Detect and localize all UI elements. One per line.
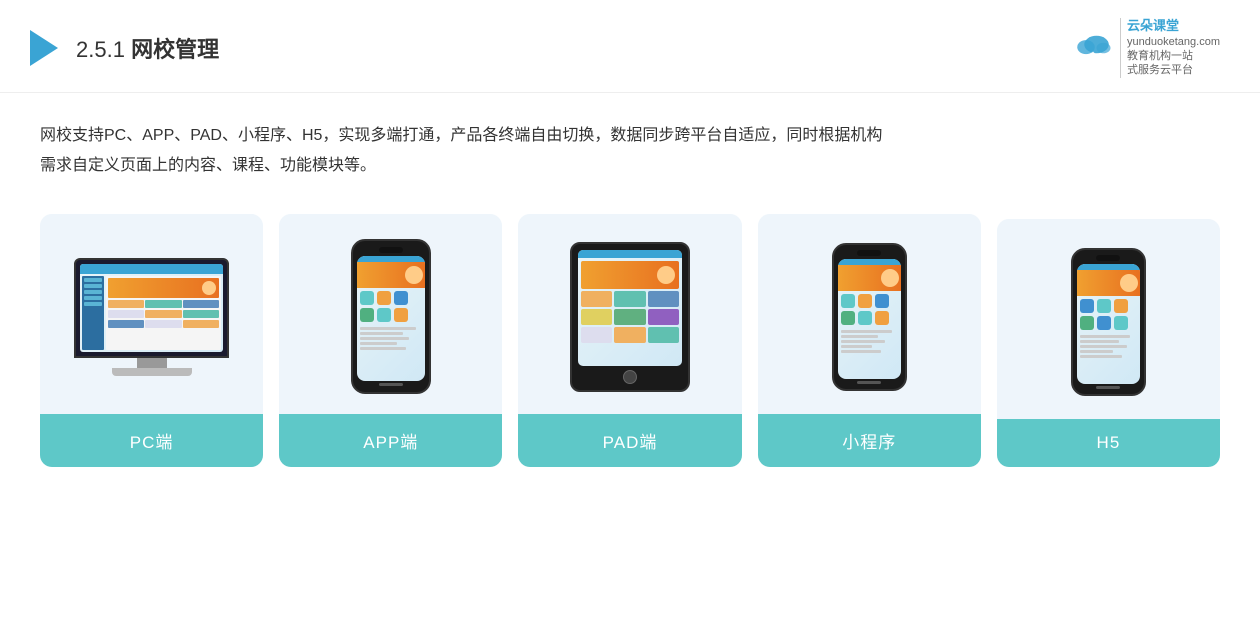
logo-triangle-icon bbox=[30, 30, 58, 66]
app-card-image-area bbox=[279, 214, 502, 414]
device-cards-row: PC端 bbox=[40, 214, 1220, 467]
page-title: 2.5.1 网校管理 bbox=[76, 32, 219, 64]
miniprogram-phone-outer bbox=[832, 243, 907, 391]
h5-home-bar bbox=[1096, 386, 1120, 389]
pc-screen-outer bbox=[74, 258, 229, 358]
brand-tagline: 教育机构一站式服务云平台 bbox=[1127, 49, 1220, 78]
miniprogram-phone-mockup bbox=[832, 243, 907, 391]
header-right: 云朵课堂 yunduoketang.com 教育机构一站式服务云平台 bbox=[1072, 18, 1220, 78]
h5-screen bbox=[1077, 264, 1140, 384]
description-line2: 需求自定义页面上的内容、课程、功能模块等。 bbox=[40, 157, 376, 174]
h5-card: H5 bbox=[997, 219, 1220, 467]
page-wrapper: 2.5.1 网校管理 云朵课堂 yunduoketang.com bbox=[0, 0, 1260, 630]
miniprogram-screen bbox=[838, 259, 901, 379]
pc-body-area bbox=[80, 274, 223, 352]
app-card-label: APP端 bbox=[279, 414, 502, 467]
pc-screen-inner bbox=[80, 264, 223, 352]
miniprogram-home-bar bbox=[857, 381, 881, 384]
miniprogram-card-image-area bbox=[758, 214, 981, 414]
header: 2.5.1 网校管理 云朵课堂 yunduoketang.com bbox=[0, 0, 1260, 93]
brand-icon-svg bbox=[1072, 32, 1114, 64]
h5-phone-mockup bbox=[1071, 248, 1146, 396]
pad-screen bbox=[578, 250, 682, 366]
pc-sidebar bbox=[82, 276, 104, 350]
brand-name: 云朵课堂 bbox=[1127, 18, 1220, 35]
miniprogram-card: 小程序 bbox=[758, 214, 981, 467]
pad-card-label: PAD端 bbox=[518, 414, 741, 467]
pc-card-image-area bbox=[40, 214, 263, 414]
main-content: 网校支持PC、APP、PAD、小程序、H5，实现多端打通，产品各终端自由切换，数… bbox=[0, 93, 1260, 487]
section-title: 网校管理 bbox=[131, 37, 219, 62]
h5-card-label: H5 bbox=[997, 419, 1220, 467]
pad-card: PAD端 bbox=[518, 214, 741, 467]
miniprogram-card-label: 小程序 bbox=[758, 414, 981, 467]
h5-card-image-area bbox=[997, 219, 1220, 419]
pad-card-image-area bbox=[518, 214, 741, 414]
pc-base bbox=[112, 368, 192, 376]
brand-logo: 云朵课堂 yunduoketang.com 教育机构一站式服务云平台 bbox=[1072, 18, 1220, 78]
app-phone-outer bbox=[351, 239, 431, 394]
pad-outer bbox=[570, 242, 690, 392]
pad-mockup bbox=[570, 242, 690, 392]
app-card: APP端 bbox=[279, 214, 502, 467]
pc-card-label: PC端 bbox=[40, 414, 263, 467]
app-phone-mockup bbox=[351, 239, 431, 394]
description-text: 网校支持PC、APP、PAD、小程序、H5，实现多端打通，产品各终端自由切换，数… bbox=[40, 121, 1220, 182]
brand-url: yunduoketang.com bbox=[1127, 35, 1220, 49]
header-left: 2.5.1 网校管理 bbox=[30, 30, 219, 66]
pc-nav-bar bbox=[80, 264, 223, 274]
miniprogram-notch bbox=[857, 250, 881, 256]
app-phone-screen bbox=[357, 256, 425, 381]
section-number: 2.5.1 bbox=[76, 37, 125, 62]
pc-screen-content bbox=[80, 264, 223, 352]
pc-mockup bbox=[72, 258, 232, 376]
description-line1: 网校支持PC、APP、PAD、小程序、H5，实现多端打通，产品各终端自由切换，数… bbox=[40, 127, 882, 144]
brand-text-block: 云朵课堂 yunduoketang.com 教育机构一站式服务云平台 bbox=[1120, 18, 1220, 78]
pc-neck bbox=[137, 358, 167, 368]
app-home-bar bbox=[379, 383, 403, 386]
pc-card: PC端 bbox=[40, 214, 263, 467]
app-phone-notch bbox=[379, 247, 403, 253]
h5-notch bbox=[1096, 255, 1120, 261]
pad-home-button bbox=[623, 370, 637, 384]
h5-phone-outer bbox=[1071, 248, 1146, 396]
pc-main bbox=[106, 276, 221, 350]
